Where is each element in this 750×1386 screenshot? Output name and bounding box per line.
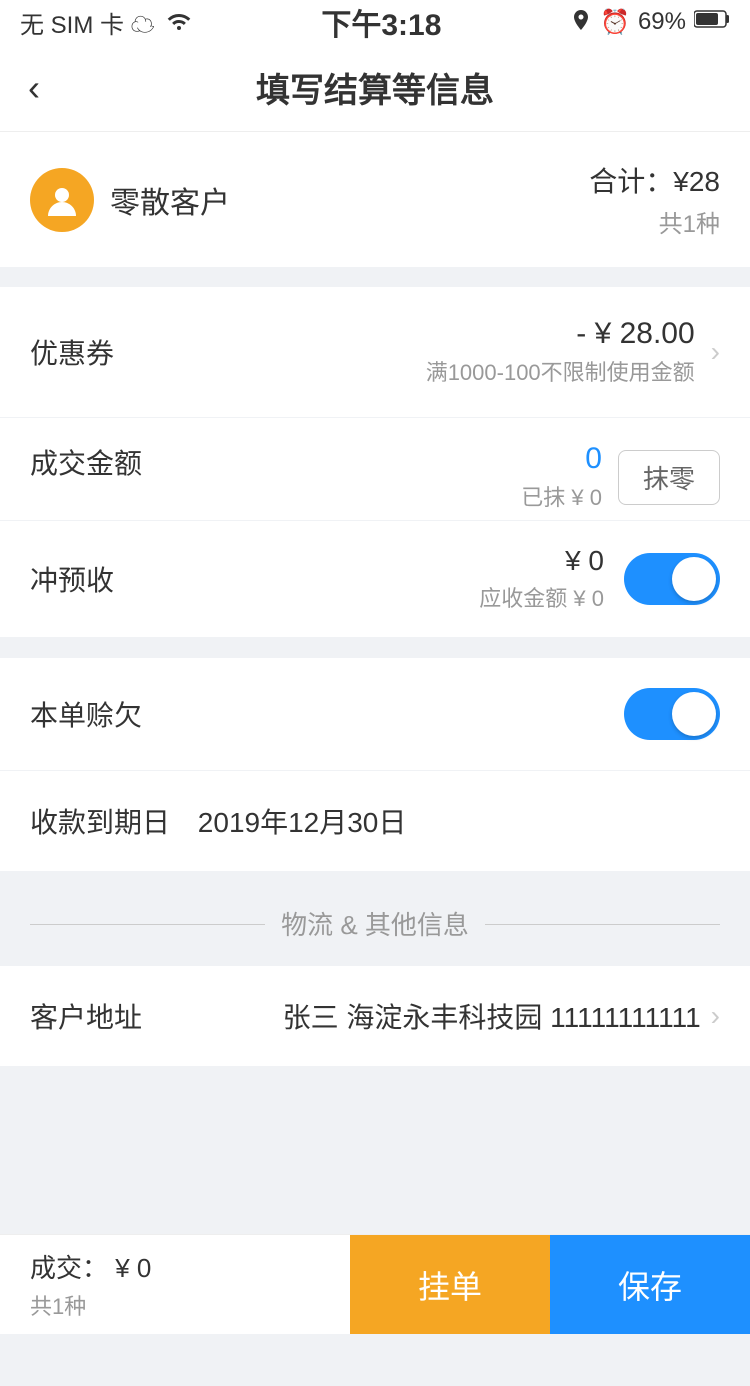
deal-amount: ¥ 0 <box>115 1253 151 1283</box>
location-icon <box>570 8 592 37</box>
deal-prefix: 成交： <box>30 1253 108 1283</box>
address-section: 客户地址 张三 海淀永丰科技园 11111111111 › <box>0 966 750 1066</box>
prepaid-row: 冲预收 ¥ 0 应收金额 ¥ 0 <box>0 521 750 638</box>
prepaid-sub: 应收金额 ¥ 0 <box>479 581 604 613</box>
coupon-label: 优惠券 <box>30 332 114 372</box>
address-chevron-icon: › <box>711 1000 720 1032</box>
debit-toggle[interactable] <box>624 688 720 740</box>
bottom-bar: 成交： ¥ 0 共1种 挂单 保存 <box>0 1234 750 1334</box>
total-amount: 合计：¥28 <box>589 160 720 200</box>
coupon-sub: 满1000-100不限制使用金额 <box>426 355 695 387</box>
customer-info: 零散客户 <box>30 168 230 232</box>
status-left: 无 SIM 卡 ☁ <box>20 5 193 40</box>
prepaid-values: ¥ 0 应收金额 ¥ 0 <box>479 545 604 613</box>
nav-bar: ‹ 填写结算等信息 <box>0 44 750 132</box>
alarm-icon: ⏰ <box>600 8 630 37</box>
status-bar: 无 SIM 卡 ☁ 下午3:18 ⏰ 69% <box>0 0 750 44</box>
total-count: 共1种 <box>589 204 720 239</box>
battery-icon <box>694 8 730 36</box>
deal-amount-num[interactable]: 0 <box>521 442 602 476</box>
divider-2 <box>0 638 750 658</box>
battery-text: 69% <box>638 8 686 36</box>
debit-section: 本单赊欠 收款到期日 2019年12月30日 <box>0 658 750 871</box>
bottom-count: 共1种 <box>30 1289 320 1321</box>
customer-totals: 合计：¥28 共1种 <box>589 160 720 239</box>
deal-amount-row: 成交金额 0 已抹 ¥ 0 抹零 <box>0 418 750 521</box>
page-title: 填写结算等信息 <box>256 63 494 112</box>
due-date-value: 2019年12月30日 <box>198 807 407 838</box>
coupon-chevron-icon: › <box>711 336 720 368</box>
status-right: ⏰ 69% <box>570 8 730 37</box>
round-off-button[interactable]: 抹零 <box>618 450 720 505</box>
divider-3 <box>0 871 750 881</box>
deal-amount-values: 0 已抹 ¥ 0 <box>521 442 602 512</box>
prepaid-toggle-knob <box>672 557 716 601</box>
save-button[interactable]: 保存 <box>550 1235 750 1334</box>
due-date-label: 收款到期日 <box>30 807 170 838</box>
back-button[interactable]: ‹ <box>28 67 40 109</box>
prepaid-label: 冲预收 <box>30 559 114 599</box>
debit-label: 本单赊欠 <box>30 694 142 734</box>
logistics-title: 物流 & 其他信息 <box>265 905 485 942</box>
due-date-row[interactable]: 收款到期日 2019年12月30日 <box>0 770 750 871</box>
debit-row: 本单赊欠 <box>0 658 750 770</box>
deal-amount-label: 成交金额 <box>30 442 142 482</box>
status-time: 下午3:18 <box>321 0 441 44</box>
deal-amount-right: 0 已抹 ¥ 0 抹零 <box>521 442 720 512</box>
deal-amount-sub: 已抹 ¥ 0 <box>521 480 602 512</box>
content: 零散客户 合计：¥28 共1种 优惠券 - ¥ 28.00 满1000-100不… <box>0 132 750 1386</box>
coupon-right: - ¥ 28.00 满1000-100不限制使用金额 › <box>426 317 720 387</box>
debit-toggle-knob <box>672 692 716 736</box>
wifi-icon <box>165 8 193 37</box>
payment-section: 优惠券 - ¥ 28.00 满1000-100不限制使用金额 › 成交金额 0 … <box>0 287 750 638</box>
bottom-summary: 成交： ¥ 0 共1种 <box>0 1248 350 1321</box>
coupon-row[interactable]: 优惠券 - ¥ 28.00 满1000-100不限制使用金额 › <box>0 287 750 418</box>
address-value: 张三 海淀永丰科技园 11111111111 <box>162 996 701 1036</box>
avatar <box>30 168 94 232</box>
coupon-amount: - ¥ 28.00 <box>576 317 694 351</box>
address-row[interactable]: 客户地址 张三 海淀永丰科技园 11111111111 › <box>0 966 750 1066</box>
bottom-actions: 挂单 保存 <box>350 1235 750 1334</box>
customer-section: 零散客户 合计：¥28 共1种 <box>0 132 750 267</box>
prepaid-right: ¥ 0 应收金额 ¥ 0 <box>479 545 720 613</box>
address-label: 客户地址 <box>30 996 142 1036</box>
hold-button[interactable]: 挂单 <box>350 1235 550 1334</box>
signal-text: 无 SIM 卡 ☁ <box>20 5 155 40</box>
divider-1 <box>0 267 750 287</box>
logistics-header: 物流 & 其他信息 <box>0 881 750 966</box>
customer-name: 零散客户 <box>110 178 230 222</box>
coupon-values: - ¥ 28.00 满1000-100不限制使用金额 <box>426 317 695 387</box>
bottom-deal-text: 成交： ¥ 0 <box>30 1248 320 1285</box>
prepaid-toggle[interactable] <box>624 553 720 605</box>
prepaid-amount: ¥ 0 <box>479 545 604 577</box>
